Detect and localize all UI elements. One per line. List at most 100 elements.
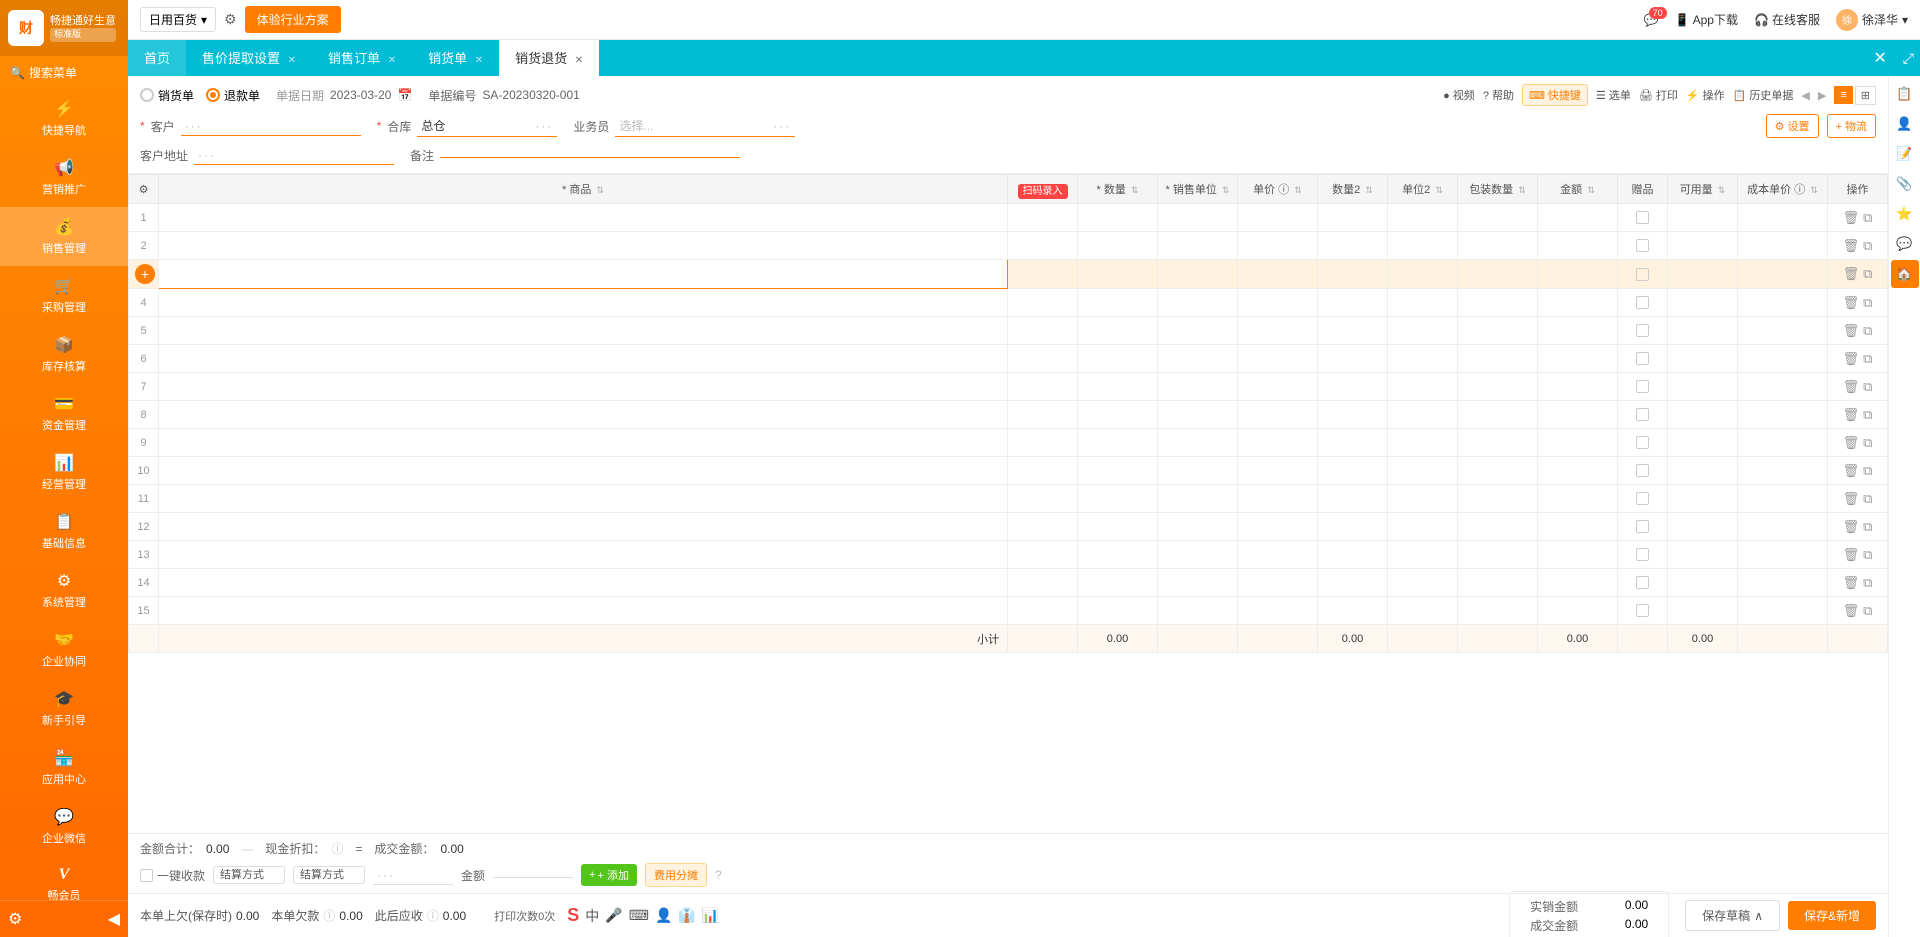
sidebar-item-purchase[interactable]: 🛒 采购管理 [0,266,128,325]
prev-record-icon[interactable]: ◀ [1801,89,1809,102]
th-unit[interactable]: * 销售单位 ⇅ [1158,175,1238,204]
rp-note-icon[interactable]: 📝 [1891,140,1919,168]
save-draft-btn[interactable]: 保存草稿 ∧ [1685,900,1780,931]
cost-split-btn[interactable]: 费用分摊 [645,863,707,887]
copy-icon[interactable]: ⧉ [1863,295,1872,311]
setting-btn[interactable]: ⚙ 设置 [1766,114,1819,138]
tab-sales-order[interactable]: 销售订单 ✕ [312,40,412,76]
sidebar-item-newguide[interactable]: 🎓 新手引导 [0,679,128,738]
delete-icon[interactable]: 🗑 [1843,435,1860,451]
account-input[interactable]: ··· [373,866,453,885]
add-payment-btn[interactable]: + + 添加 [581,864,637,886]
copy-icon[interactable]: ⧉ [1863,547,1872,563]
radio-return[interactable]: 退款单 [206,87,260,104]
delete-icon[interactable]: 🗑 [1843,210,1860,226]
online-service-btn[interactable]: 🎧 在线客服 [1754,11,1820,28]
sidebar-item-finance[interactable]: 💳 资金管理 [0,384,128,443]
tab-close-price[interactable]: ✕ [288,55,296,66]
sidebar-item-sales[interactable]: 💰 销售管理 [0,207,128,266]
add-row-btn[interactable]: + [135,264,155,284]
copy-icon[interactable]: ⧉ [1863,210,1872,226]
settings-icon[interactable]: ⚙ [8,909,22,929]
close-all-tabs[interactable]: ✕ [1863,40,1896,76]
goods-input-active[interactable] [165,268,1001,280]
th-goods[interactable]: * 商品 ⇅ [159,175,1008,204]
delete-icon[interactable]: 🗑 [1843,351,1860,367]
delete-icon[interactable]: 🗑 [1843,463,1860,479]
th-unit2[interactable]: 单位2 ⇅ [1388,175,1458,204]
sidebar-item-system[interactable]: ⚙ 系统管理 [0,561,128,620]
th-setting[interactable]: ⚙ [129,175,159,204]
calculation-select[interactable]: 结算方式 [293,866,365,884]
goods-cell[interactable] [159,232,1008,260]
copy-icon[interactable]: ⧉ [1863,407,1872,423]
experience-btn[interactable]: 体验行业方案 [245,6,341,33]
copy-icon[interactable]: ⧉ [1863,266,1872,282]
goods-cell-active[interactable] [159,260,1008,289]
sidebar-item-appstore[interactable]: 🏪 应用中心 [0,738,128,797]
delete-icon[interactable]: 🗑 [1843,603,1860,619]
tab-sales-return[interactable]: 销货退货 ✕ [499,40,599,76]
list-view-btn[interactable]: ≡ [1834,86,1852,104]
th-qty2[interactable]: 数量2 ⇅ [1318,175,1388,204]
scan-btn[interactable]: 扫码录入 [1018,184,1068,199]
address-input[interactable]: ··· [194,146,394,165]
rp-chat-icon[interactable]: 💬 [1891,230,1919,258]
th-avail[interactable]: 可用量 ⇅ [1668,175,1738,204]
amount-input[interactable] [493,873,573,878]
sidebar-item-operations[interactable]: 📊 经营管理 [0,443,128,502]
app-download-btn[interactable]: 📱 App下载 [1675,11,1738,28]
copy-icon[interactable]: ⧉ [1863,351,1872,367]
select-btn[interactable]: ☰ 选单 [1596,87,1631,103]
tab-close-order[interactable]: ✕ [388,55,396,66]
tab-close-return[interactable]: ✕ [575,55,583,66]
sidebar-item-inventory[interactable]: 📦 库存核算 [0,325,128,384]
copy-icon[interactable]: ⧉ [1863,323,1872,339]
tab-home[interactable]: 首页 [128,40,186,76]
help-btn[interactable]: ? 帮助 [1483,87,1514,103]
delete-icon[interactable]: 🗑 [1843,238,1860,254]
delete-icon[interactable]: 🗑 [1843,266,1860,282]
save-new-btn[interactable]: 保存&新增 [1788,901,1876,930]
rp-home-icon[interactable]: 🏠 [1891,260,1919,288]
sidebar-item-member[interactable]: V 畅会员 [0,856,128,900]
maximize-btn[interactable]: ⤢ [1897,40,1920,76]
copy-icon[interactable]: ⧉ [1863,238,1872,254]
fypj-help-icon[interactable]: ? [715,868,722,882]
copy-icon[interactable]: ⧉ [1863,603,1872,619]
rp-user-icon[interactable]: 👤 [1891,110,1919,138]
rp-star-icon[interactable]: ⭐ [1891,200,1919,228]
radio-sales[interactable]: 销货单 [140,87,194,104]
th-cost[interactable]: 成本单价 ⓘ ⇅ [1738,175,1828,204]
delete-icon[interactable]: 🗑 [1843,575,1860,591]
customer-input[interactable]: ··· [181,117,361,136]
staff-input[interactable]: 选择... ··· [615,115,795,137]
operate-btn[interactable]: ⚡ 操作 [1686,87,1725,103]
shortcut-key-btn[interactable]: ⌨ 快捷键 [1522,84,1588,106]
tab-close-sales[interactable]: ✕ [475,55,483,66]
logistics-btn[interactable]: + 物流 [1827,114,1876,138]
rp-attach-icon[interactable]: 📎 [1891,170,1919,198]
topbar-gear-icon[interactable]: ⚙ [224,11,237,28]
tab-sales[interactable]: 销货单 ✕ [412,40,499,76]
th-qty[interactable]: * 数量 ⇅ [1078,175,1158,204]
collapse-icon[interactable]: ◀ [108,909,120,929]
sidebar-item-enterprise[interactable]: 🤝 企业协同 [0,620,128,679]
sidebar-item-shortcut[interactable]: ⚡ 快捷导航 [0,89,128,148]
delete-icon[interactable]: 🗑 [1843,407,1860,423]
rp-clipboard-icon[interactable]: 📋 [1891,80,1919,108]
sidebar-item-marketing[interactable]: 📢 营销推广 [0,148,128,207]
next-record-icon[interactable]: ▶ [1818,89,1826,102]
print-btn[interactable]: 🖨 打印 [1639,87,1678,103]
delete-icon[interactable]: 🗑 [1843,295,1860,311]
sidebar-item-basic[interactable]: 📋 基础信息 [0,502,128,561]
copy-icon[interactable]: ⧉ [1863,575,1872,591]
copy-icon[interactable]: ⧉ [1863,463,1872,479]
delete-icon[interactable]: 🗑 [1843,379,1860,395]
copy-icon[interactable]: ⧉ [1863,379,1872,395]
delete-icon[interactable]: 🗑 [1843,491,1860,507]
th-price[interactable]: 单价 ⓘ ⇅ [1238,175,1318,204]
delete-icon[interactable]: 🗑 [1843,547,1860,563]
copy-icon[interactable]: ⧉ [1863,435,1872,451]
sidebar-search[interactable]: 🔍 搜索菜单 [0,56,128,89]
